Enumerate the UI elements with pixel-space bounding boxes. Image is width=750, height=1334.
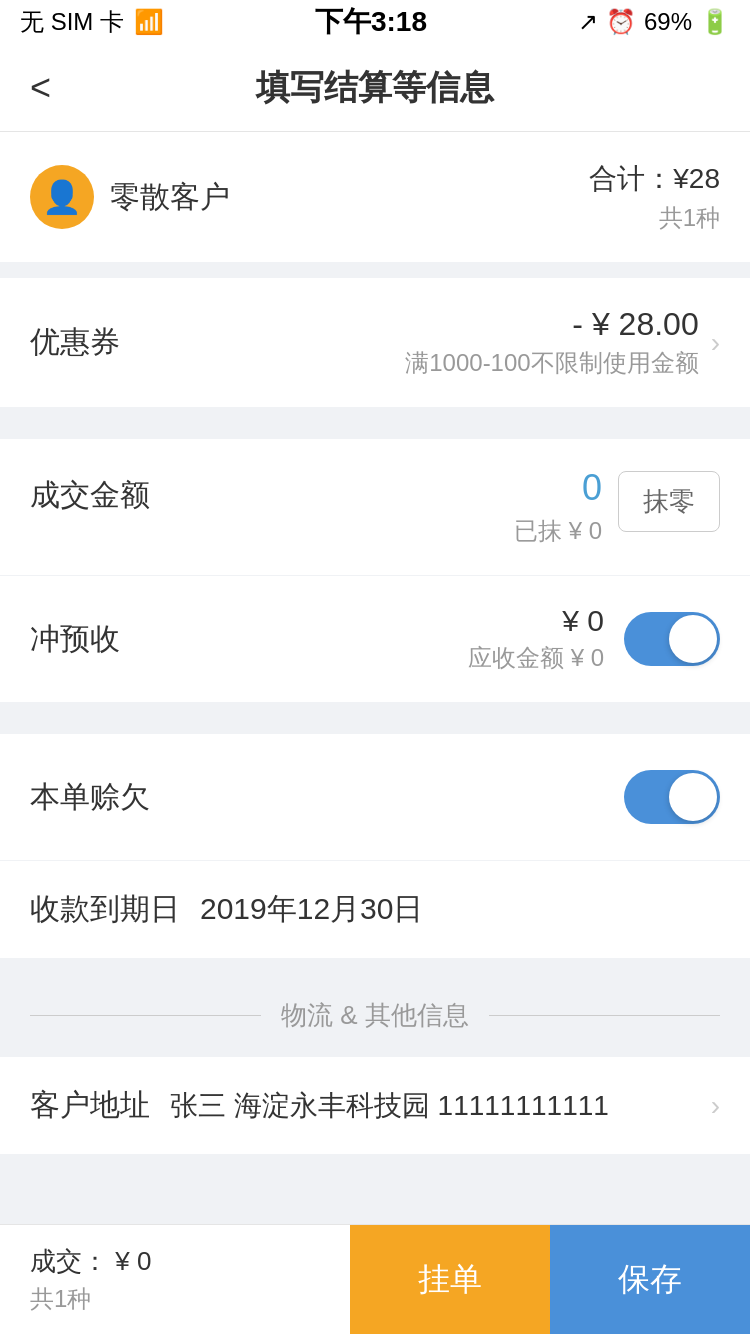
- avatar-icon: 👤: [42, 178, 82, 216]
- prepaid-value-block: ¥ 0 应收金额 ¥ 0: [468, 604, 604, 674]
- toggle-knob: [669, 615, 717, 663]
- bottom-bar: 成交： ¥ 0 共1种 挂单 保存: [0, 1224, 750, 1334]
- no-sim-text: 无 SIM 卡: [20, 6, 124, 38]
- bottom-left: 成交： ¥ 0 共1种: [0, 1244, 350, 1315]
- section-divider-1: [0, 423, 750, 439]
- customer-name: 零散客户: [110, 177, 230, 218]
- save-button[interactable]: 保存: [550, 1225, 750, 1335]
- address-chevron-icon: ›: [711, 1090, 720, 1122]
- back-button[interactable]: <: [30, 67, 51, 109]
- customer-total: 合计：¥28: [589, 160, 720, 198]
- bottom-amount: ¥ 0: [115, 1246, 151, 1276]
- transaction-card: 成交金额 0 已抹 ¥ 0 抹零 冲预收 ¥ 0 应收金额 ¥ 0: [0, 439, 750, 702]
- debt-card: 本单赊欠 收款到期日 2019年12月30日: [0, 734, 750, 958]
- amount-label: 成交金额: [30, 467, 150, 516]
- coupon-label: 优惠券: [30, 322, 120, 363]
- address-row[interactable]: 客户地址 张三 海淀永丰科技园 11111111111 ›: [0, 1057, 750, 1154]
- debt-row: 本单赊欠: [0, 734, 750, 860]
- prepaid-row: 冲预收 ¥ 0 应收金额 ¥ 0: [0, 575, 750, 702]
- address-label: 客户地址: [30, 1085, 150, 1126]
- coupon-desc: 满1000-100不限制使用金额: [405, 347, 698, 379]
- status-time: 下午3:18: [315, 3, 427, 41]
- transaction-prefix: 成交：: [30, 1246, 108, 1276]
- coupon-right: - ¥ 28.00 满1000-100不限制使用金额 ›: [405, 306, 720, 379]
- bottom-count: 共1种: [30, 1283, 320, 1315]
- alarm-icon: ⏰: [606, 8, 636, 36]
- logistics-title: 物流 & 其他信息: [281, 998, 469, 1033]
- prepaid-toggle[interactable]: [624, 612, 720, 666]
- round-button[interactable]: 抹零: [618, 471, 720, 532]
- battery-icon: 🔋: [700, 8, 730, 36]
- customer-left: 👤 零散客户: [30, 165, 230, 229]
- due-date-value: 2019年12月30日: [200, 889, 423, 930]
- section-line-right: [489, 1015, 720, 1016]
- page-title: 填写结算等信息: [256, 65, 494, 111]
- debt-toggle-knob: [669, 773, 717, 821]
- amount-erased: 已抹 ¥ 0: [514, 515, 602, 547]
- amount-right: 0 已抹 ¥ 0 抹零: [514, 467, 720, 547]
- customer-card: 👤 零散客户 合计：¥28 共1种: [0, 132, 750, 262]
- chevron-right-icon: ›: [711, 327, 720, 359]
- debt-label: 本单赊欠: [30, 777, 150, 818]
- bottom-transaction-label: 成交： ¥ 0: [30, 1244, 320, 1279]
- address-value: 张三 海淀永丰科技园 11111111111: [170, 1087, 711, 1125]
- section-divider-2: [0, 718, 750, 734]
- debt-toggle[interactable]: [624, 770, 720, 824]
- prepaid-amount: ¥ 0: [468, 604, 604, 638]
- prepaid-right: ¥ 0 应收金额 ¥ 0: [468, 604, 720, 674]
- due-date-row[interactable]: 收款到期日 2019年12月30日: [0, 860, 750, 958]
- prepaid-receivable: 应收金额 ¥ 0: [468, 642, 604, 674]
- coupon-value: - ¥ 28.00 满1000-100不限制使用金额: [405, 306, 698, 379]
- status-left: 无 SIM 卡 📶: [20, 6, 164, 38]
- coupon-card: 优惠券 - ¥ 28.00 满1000-100不限制使用金额 ›: [0, 278, 750, 407]
- status-right: ↗ ⏰ 69% 🔋: [578, 8, 730, 36]
- battery-text: 69%: [644, 8, 692, 36]
- status-bar: 无 SIM 卡 📶 下午3:18 ↗ ⏰ 69% 🔋: [0, 0, 750, 44]
- nav-bar: < 填写结算等信息: [0, 44, 750, 132]
- coupon-discount: - ¥ 28.00: [405, 306, 698, 343]
- customer-count: 共1种: [589, 202, 720, 234]
- prepaid-label: 冲预收: [30, 619, 120, 660]
- amount-value[interactable]: 0: [514, 467, 602, 509]
- customer-avatar: 👤: [30, 165, 94, 229]
- content: 👤 零散客户 合计：¥28 共1种 优惠券 - ¥ 28.00 满1000-10…: [0, 132, 750, 1290]
- coupon-row[interactable]: 优惠券 - ¥ 28.00 满1000-100不限制使用金额 ›: [0, 278, 750, 407]
- address-card: 客户地址 张三 海淀永丰科技园 11111111111 ›: [0, 1057, 750, 1154]
- customer-row[interactable]: 👤 零散客户 合计：¥28 共1种: [0, 132, 750, 262]
- amount-value-block: 0 已抹 ¥ 0: [514, 467, 602, 547]
- amount-row: 成交金额 0 已抹 ¥ 0 抹零: [0, 439, 750, 575]
- location-icon: ↗: [578, 8, 598, 36]
- section-line-left: [30, 1015, 261, 1016]
- logistics-section-header: 物流 & 其他信息: [0, 974, 750, 1057]
- due-date-label: 收款到期日: [30, 889, 180, 930]
- customer-right: 合计：¥28 共1种: [589, 160, 720, 234]
- wifi-icon: 📶: [134, 8, 164, 36]
- hang-button[interactable]: 挂单: [350, 1225, 550, 1335]
